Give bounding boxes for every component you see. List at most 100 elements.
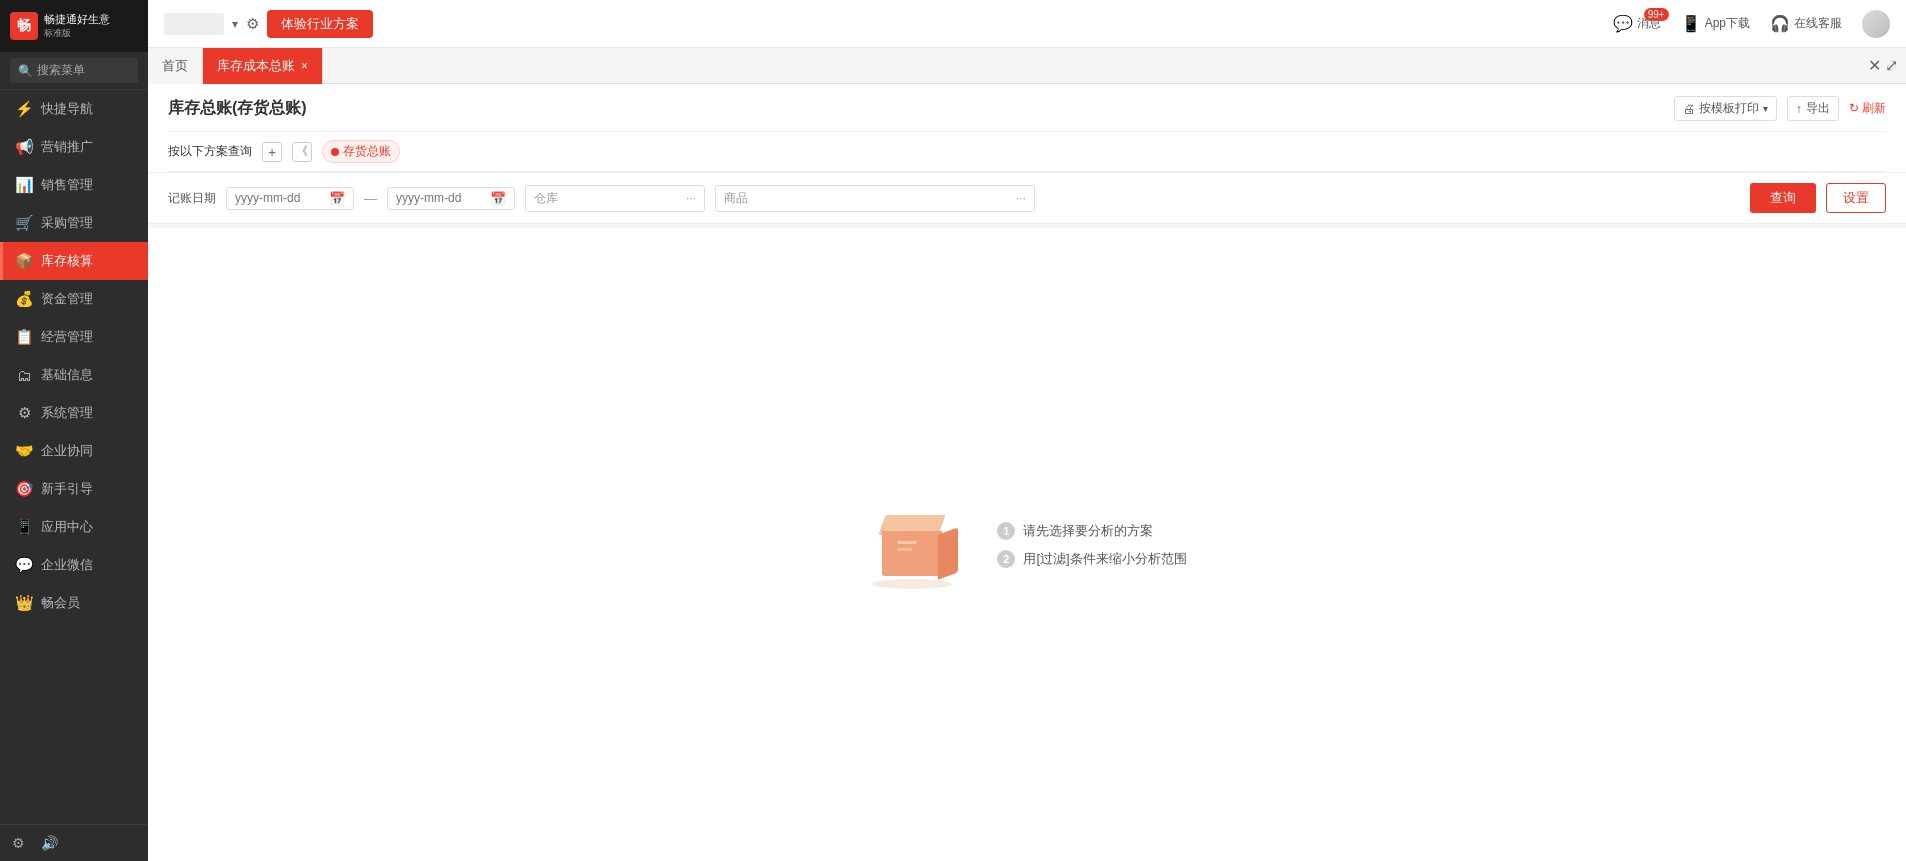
system-icon: ⚙ [15, 404, 33, 422]
sidebar-bottom: ⚙ 🔊 [0, 824, 148, 861]
sidebar-item-marketing[interactable]: 📢 营销推广 [0, 128, 148, 166]
gear-icon[interactable]: ⚙ [246, 15, 259, 33]
sidebar-nav: ⚡ 快捷导航 📢 营销推广 📊 销售管理 🛒 采购管理 📦 库存核算 💰 资金管… [0, 90, 148, 824]
date-label: 记账日期 [168, 190, 216, 207]
logo-icon: 畅 [10, 12, 38, 40]
refresh-label: 刷新 [1862, 101, 1886, 115]
user-avatar[interactable] [1862, 10, 1890, 38]
sidebar-item-label: 新手引导 [41, 480, 93, 498]
headset-icon: 🎧 [1770, 14, 1790, 33]
hint-item-1: 1 请先选择要分析的方案 [997, 522, 1186, 540]
calendar-end-icon[interactable]: 📅 [490, 191, 506, 206]
topbar-actions: 💬 消息 99+ 📱 App下载 🎧 在线客服 [1613, 10, 1890, 38]
calendar-start-icon[interactable]: 📅 [329, 191, 345, 206]
logo-text: 畅捷通好生意 标准版 [44, 12, 110, 40]
product-select[interactable]: 商品 ··· [715, 185, 1035, 212]
sidebar-item-operations[interactable]: 📋 经营管理 [0, 318, 148, 356]
industry-btn[interactable]: 体验行业方案 [267, 10, 373, 38]
filter-collapse-btn[interactable]: 《 [292, 142, 312, 162]
app-download-action[interactable]: 📱 App下载 [1681, 14, 1750, 33]
tab-close-btn[interactable]: × [301, 59, 308, 73]
dropdown-icon[interactable]: ▾ [232, 17, 238, 31]
sidebar-item-sales[interactable]: 📊 销售管理 [0, 166, 148, 204]
print-label: 按模板打印 [1699, 100, 1759, 117]
tab-active-label: 库存成本总账 [217, 57, 295, 75]
audio-icon[interactable]: 🔊 [41, 835, 58, 851]
print-btn[interactable]: 🖨 按模板打印 ▾ [1674, 96, 1777, 121]
date-separator: — [364, 191, 377, 206]
export-btn[interactable]: ↑ 导出 [1787, 96, 1839, 121]
search-label: 搜索菜单 [37, 62, 85, 79]
empty-state: 1 请先选择要分析的方案 2 用[过滤]条件来缩小分析范围 [148, 228, 1906, 861]
sidebar-item-inventory[interactable]: 📦 库存核算 [0, 242, 148, 280]
messages-badge: 99+ [1644, 8, 1669, 21]
refresh-icon: ↻ [1849, 101, 1859, 115]
warehouse-label: 仓库 [534, 190, 558, 207]
filter-add-btn[interactable]: + [262, 142, 282, 162]
topbar: ▾ ⚙ 体验行业方案 💬 消息 99+ 📱 App下载 🎧 在线客服 [148, 0, 1906, 48]
filter-scheme-label: 按以下方案查询 [168, 143, 252, 160]
page-title: 库存总账(存货总账) [168, 98, 307, 119]
sidebar-item-apps[interactable]: 📱 应用中心 [0, 508, 148, 546]
sidebar-search[interactable]: 🔍 搜索菜单 [0, 52, 148, 90]
sidebar-item-label: 系统管理 [41, 404, 93, 422]
guide-icon: 🎯 [15, 480, 33, 498]
product-more-icon: ··· [1016, 191, 1026, 205]
filter-bar: 按以下方案查询 + 《 存货总账 [168, 131, 1886, 172]
date-start-wrap[interactable]: 📅 [226, 187, 354, 210]
date-start-input[interactable] [235, 191, 325, 205]
filter-scheme-tag[interactable]: 存货总账 [322, 140, 400, 163]
sidebar-logo: 畅 畅捷通好生意 标准版 [0, 0, 148, 52]
box-side [938, 527, 958, 579]
tab-inventory-ledger[interactable]: 库存成本总账 × [203, 48, 323, 84]
warehouse-select[interactable]: 仓库 ··· [525, 185, 705, 212]
main-area: ▾ ⚙ 体验行业方案 💬 消息 99+ 📱 App下载 🎧 在线客服 首页 [148, 0, 1906, 861]
hint-num-1: 1 [997, 522, 1015, 540]
sidebar-item-shortcut[interactable]: ⚡ 快捷导航 [0, 90, 148, 128]
product-label: 商品 [724, 190, 748, 207]
date-filter-row: 记账日期 📅 — 📅 仓库 ··· 商品 ··· 查询 设置 [148, 173, 1906, 224]
empty-illustration [867, 505, 957, 585]
sidebar-item-basic[interactable]: 🗂 基础信息 [0, 356, 148, 394]
messages-action[interactable]: 💬 消息 99+ [1613, 14, 1661, 33]
sidebar-item-label: 企业微信 [41, 556, 93, 574]
box-shadow [872, 579, 952, 589]
hint-item-2: 2 用[过滤]条件来缩小分析范围 [997, 550, 1186, 568]
warehouse-more-icon: ··· [686, 191, 696, 205]
sidebar-item-member[interactable]: 👑 畅会员 [0, 584, 148, 622]
sidebar-item-purchase[interactable]: 🛒 采购管理 [0, 204, 148, 242]
sidebar-item-guide[interactable]: 🎯 新手引导 [0, 470, 148, 508]
sidebar-item-label: 企业协同 [41, 442, 93, 460]
sidebar: 畅 畅捷通好生意 标准版 🔍 搜索菜单 ⚡ 快捷导航 📢 营销推广 📊 销售管理… [0, 0, 148, 861]
tab-home[interactable]: 首页 [148, 48, 203, 84]
empty-inner: 1 请先选择要分析的方案 2 用[过滤]条件来缩小分析范围 [867, 505, 1186, 585]
page-actions: 🖨 按模板打印 ▾ ↑ 导出 ↻ 刷新 [1674, 96, 1886, 121]
operations-icon: 📋 [15, 328, 33, 346]
content-area: 库存总账(存货总账) 🖨 按模板打印 ▾ ↑ 导出 ↻ 刷新 [148, 84, 1906, 861]
settings-icon[interactable]: ⚙ [12, 835, 25, 851]
sidebar-item-label: 基础信息 [41, 366, 93, 384]
member-icon: 👑 [15, 594, 33, 612]
tab-close-all-icon[interactable]: ✕ [1868, 56, 1881, 75]
empty-hints: 1 请先选择要分析的方案 2 用[过滤]条件来缩小分析范围 [997, 522, 1186, 568]
date-end-wrap[interactable]: 📅 [387, 187, 515, 210]
settings-btn[interactable]: 设置 [1826, 183, 1886, 213]
sidebar-item-enterprise[interactable]: 🤝 企业协同 [0, 432, 148, 470]
sales-icon: 📊 [15, 176, 33, 194]
search-icon: 🔍 [18, 64, 33, 78]
date-end-input[interactable] [396, 191, 486, 205]
apps-icon: 📱 [15, 518, 33, 536]
sidebar-item-label: 畅会员 [41, 594, 80, 612]
phone-icon: 📱 [1681, 14, 1701, 33]
export-label: 导出 [1806, 100, 1830, 117]
sidebar-item-label: 库存核算 [41, 252, 93, 270]
sidebar-item-finance[interactable]: 💰 资金管理 [0, 280, 148, 318]
enterprise-icon: 🤝 [15, 442, 33, 460]
online-service-action[interactable]: 🎧 在线客服 [1770, 14, 1842, 33]
sidebar-item-weixin[interactable]: 💬 企业微信 [0, 546, 148, 584]
refresh-btn[interactable]: ↻ 刷新 [1849, 100, 1886, 117]
weixin-icon: 💬 [15, 556, 33, 574]
tab-expand-icon[interactable]: ⤢ [1885, 56, 1898, 75]
sidebar-item-system[interactable]: ⚙ 系统管理 [0, 394, 148, 432]
query-btn[interactable]: 查询 [1750, 183, 1816, 213]
